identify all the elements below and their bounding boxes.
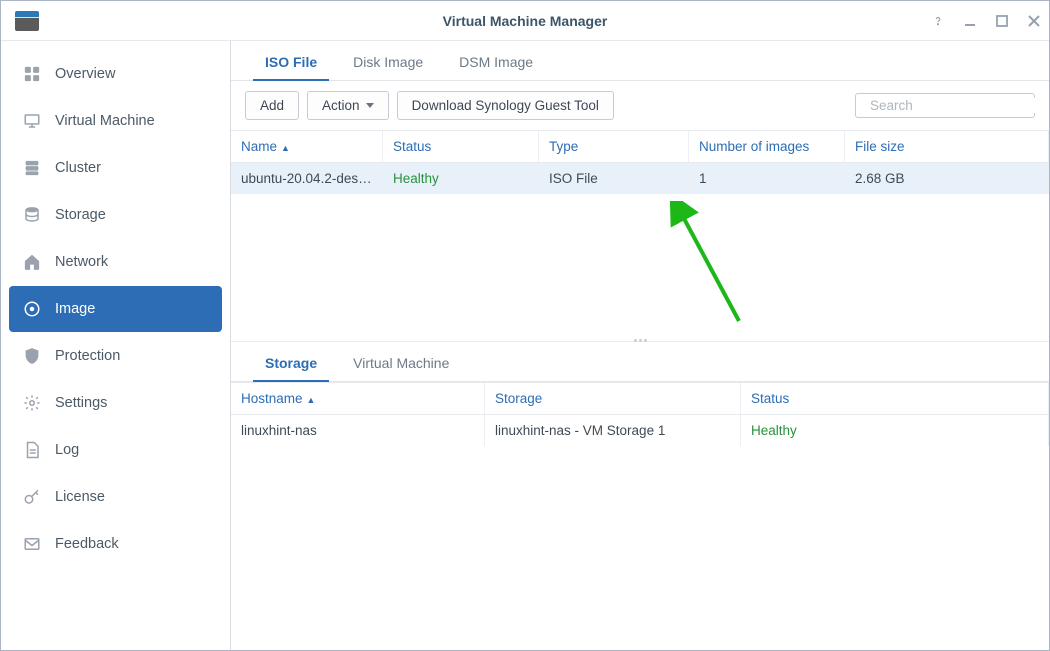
cell-status: Healthy	[741, 415, 1049, 446]
storage-table: Hostname▲ Storage Status linuxhint-nasli…	[231, 382, 1049, 446]
chevron-down-icon	[366, 103, 374, 108]
toolbar: Add Action Download Synology Guest Tool	[231, 81, 1049, 130]
sidebar: Overview Virtual Machine Cluster Storage Net…	[1, 41, 231, 650]
sidebar-item-log[interactable]: Log	[9, 427, 222, 473]
cell-size: 2.68 GB	[845, 163, 1049, 194]
cell-num: 1	[689, 163, 845, 194]
image-tabs: ISO FileDisk ImageDSM Image	[231, 41, 1049, 81]
sidebar-item-label: Feedback	[55, 536, 119, 552]
sidebar-item-label: Image	[55, 301, 95, 317]
tab-disk-image[interactable]: Disk Image	[335, 44, 441, 80]
database-icon	[21, 206, 43, 224]
monitor-icon	[21, 112, 43, 130]
sidebar-item-label: License	[55, 489, 105, 505]
sort-asc-icon: ▲	[307, 395, 316, 405]
title-bar: Virtual Machine Manager	[1, 1, 1049, 41]
col-type[interactable]: Type	[539, 131, 689, 162]
tab-dsm-image[interactable]: DSM Image	[441, 44, 551, 80]
help-button[interactable]	[931, 14, 945, 28]
pane-resize-handle[interactable]	[625, 339, 655, 345]
main-content: ISO FileDisk ImageDSM Image Add Action D…	[231, 41, 1049, 650]
col-hostname[interactable]: Hostname▲	[231, 383, 485, 414]
minimize-button[interactable]	[963, 14, 977, 28]
sidebar-item-feedback[interactable]: Feedback	[9, 521, 222, 567]
cell-storage: linuxhint-nas - VM Storage 1	[485, 415, 741, 446]
col-status[interactable]: Status	[383, 131, 539, 162]
col-name[interactable]: Name▲	[231, 131, 383, 162]
sidebar-item-label: Log	[55, 442, 79, 458]
sidebar-item-label: Cluster	[55, 160, 101, 176]
app-icon	[15, 11, 39, 31]
tab-iso-file[interactable]: ISO File	[247, 44, 335, 80]
add-button[interactable]: Add	[245, 91, 299, 120]
tab-virtual-machine[interactable]: Virtual Machine	[335, 345, 467, 381]
cell-status: Healthy	[383, 163, 539, 194]
sidebar-item-label: Virtual Machine	[55, 113, 155, 129]
mail-icon	[21, 535, 43, 553]
sidebar-item-storage[interactable]: Storage	[9, 192, 222, 238]
annotation-arrow	[669, 201, 759, 331]
table-row[interactable]: linuxhint-naslinuxhint-nas - VM Storage …	[231, 415, 1049, 446]
house-icon	[21, 253, 43, 271]
search-input[interactable]	[855, 93, 1035, 118]
cell-type: ISO File	[539, 163, 689, 194]
sidebar-item-network[interactable]: Network	[9, 239, 222, 285]
col-status[interactable]: Status	[741, 383, 1049, 414]
sidebar-item-label: Protection	[55, 348, 120, 364]
key-icon	[21, 488, 43, 506]
gear-icon	[21, 394, 43, 412]
image-table: Name▲ Status Type Number of images File …	[231, 130, 1049, 194]
cell-name: ubuntu-20.04.2-des…	[231, 163, 383, 194]
sidebar-item-label: Storage	[55, 207, 106, 223]
detail-tabs: StorageVirtual Machine	[231, 342, 1049, 382]
sidebar-item-overview[interactable]: Overview	[9, 51, 222, 97]
grid-icon	[21, 65, 43, 83]
sidebar-item-protection[interactable]: Protection	[9, 333, 222, 379]
download-guest-tool-button[interactable]: Download Synology Guest Tool	[397, 91, 614, 120]
window-title: Virtual Machine Manager	[443, 13, 608, 29]
sidebar-item-label: Network	[55, 254, 108, 270]
disc-icon	[21, 300, 43, 318]
sidebar-item-label: Settings	[55, 395, 107, 411]
maximize-button[interactable]	[995, 14, 1009, 28]
sidebar-item-cluster[interactable]: Cluster	[9, 145, 222, 191]
sidebar-item-license[interactable]: License	[9, 474, 222, 520]
sort-asc-icon: ▲	[281, 143, 290, 153]
search-input-field[interactable]	[870, 98, 1047, 113]
col-file-size[interactable]: File size	[845, 131, 1049, 162]
sidebar-item-virtual-machine[interactable]: Virtual Machine	[9, 98, 222, 144]
tab-storage[interactable]: Storage	[247, 345, 335, 381]
cell-hostname: linuxhint-nas	[231, 415, 485, 446]
doc-icon	[21, 441, 43, 459]
sidebar-item-settings[interactable]: Settings	[9, 380, 222, 426]
close-button[interactable]	[1027, 14, 1041, 28]
table-row[interactable]: ubuntu-20.04.2-des…HealthyISO File12.68 …	[231, 163, 1049, 194]
col-storage[interactable]: Storage	[485, 383, 741, 414]
sidebar-item-image[interactable]: Image	[9, 286, 222, 332]
action-button[interactable]: Action	[307, 91, 389, 120]
shield-icon	[21, 347, 43, 365]
sidebar-item-label: Overview	[55, 66, 115, 82]
col-num-images[interactable]: Number of images	[689, 131, 845, 162]
cluster-icon	[21, 159, 43, 177]
